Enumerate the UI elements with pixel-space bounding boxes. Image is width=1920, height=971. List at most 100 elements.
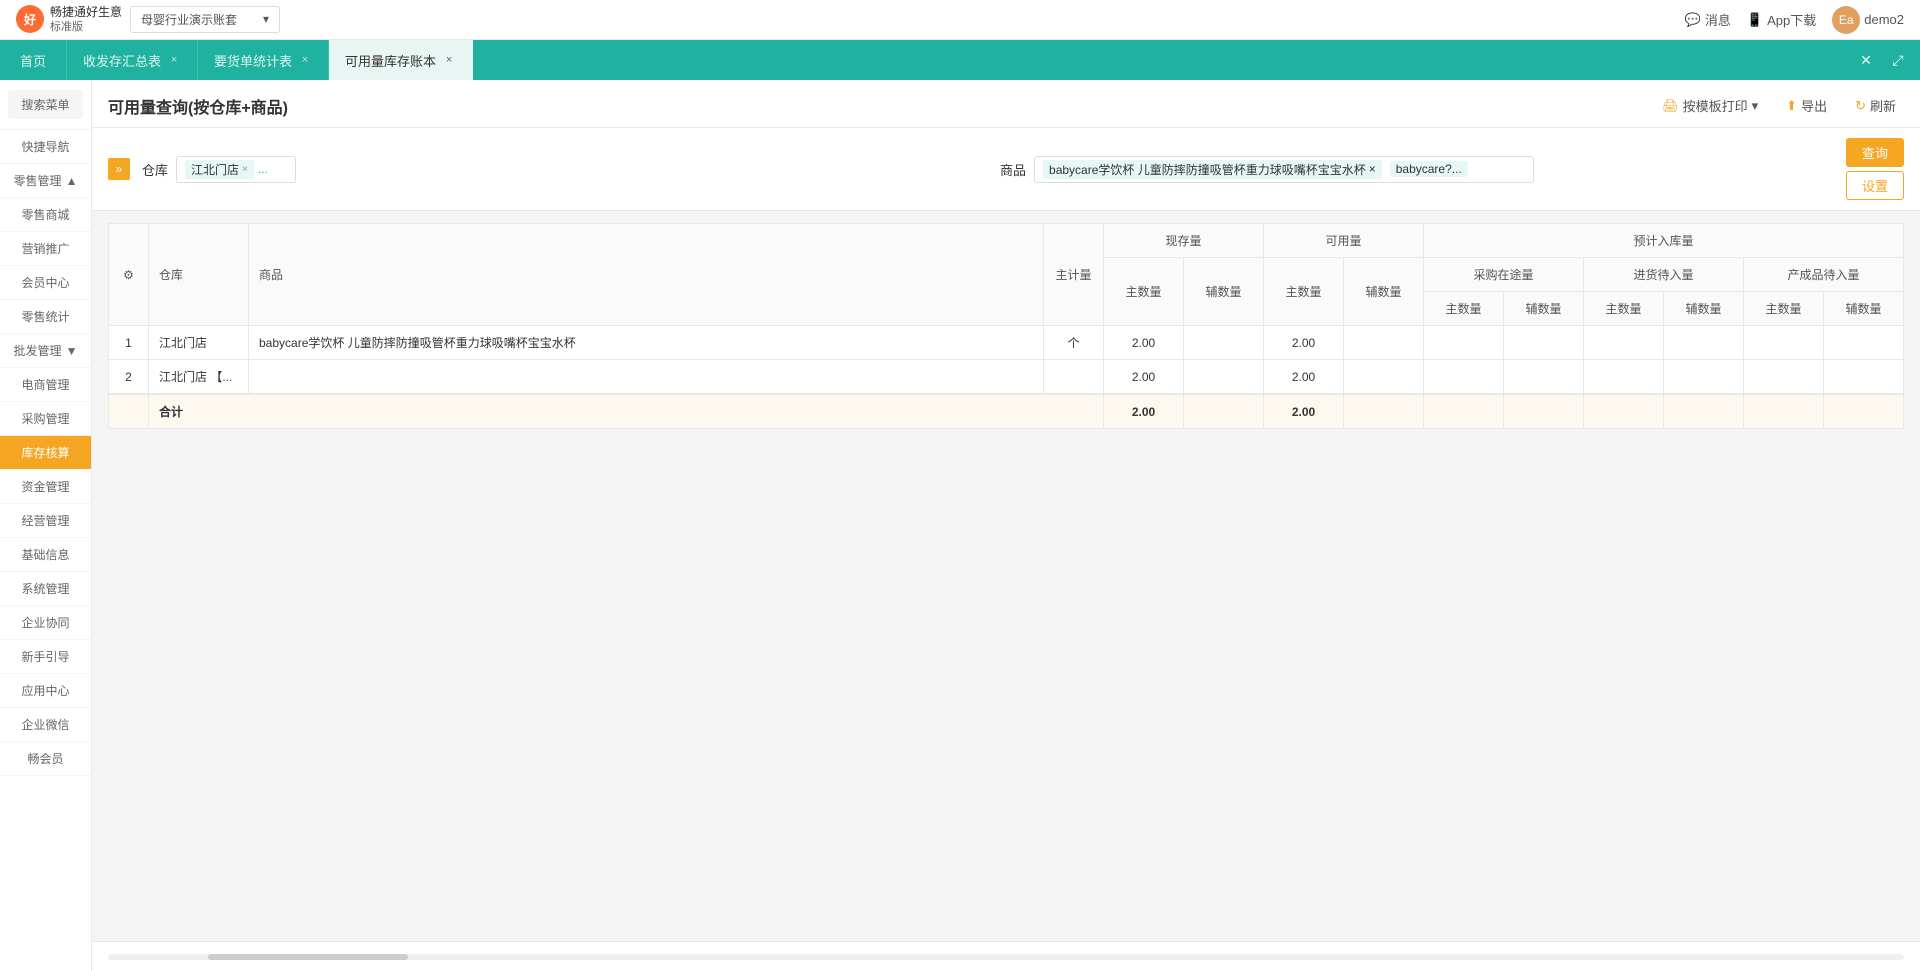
- sidebar-item-retail-mgmt[interactable]: 零售管理 ▲: [0, 164, 91, 198]
- row2-stock-main: 2.00: [1104, 360, 1184, 395]
- summary-purchase-aux: [1504, 394, 1584, 429]
- summary-available-aux: [1344, 394, 1424, 429]
- sidebar-item-basic-info[interactable]: 基础信息: [0, 538, 91, 572]
- sidebar-item-retail-stats[interactable]: 零售统计: [0, 300, 91, 334]
- sidebar-item-marketing[interactable]: 营销推广: [0, 232, 91, 266]
- warehouse-more[interactable]: ...: [258, 162, 268, 176]
- tab-yaohuo[interactable]: 要货单统计表 ×: [198, 40, 329, 80]
- expand-filter-btn[interactable]: »: [108, 158, 130, 180]
- warehouse-filter-group: 仓库 江北门店 × ...: [142, 156, 976, 183]
- export-icon: ⬆: [1786, 98, 1797, 114]
- scrollbar-thumb[interactable]: [208, 954, 408, 960]
- close-tab-2[interactable]: ×: [442, 53, 456, 67]
- message-icon: 💬: [1685, 12, 1701, 28]
- summary-incoming-aux: [1664, 394, 1744, 429]
- industry-selector[interactable]: 母婴行业演示账套 ▾: [130, 6, 280, 33]
- sidebar-item-purchase-mgmt[interactable]: 采购管理: [0, 402, 91, 436]
- summary-purchase-main: [1424, 394, 1504, 429]
- sidebar-search-area: 搜索菜单: [0, 80, 91, 130]
- tab-keyongliang[interactable]: 可用量库存账本 ×: [329, 40, 473, 80]
- stock-main-header: 主数量: [1104, 258, 1184, 326]
- sidebar-item-operations[interactable]: 经营管理: [0, 504, 91, 538]
- warehouse-label: 仓库: [142, 160, 168, 179]
- available-group-header: 可用量: [1264, 224, 1424, 258]
- row1-purchase-aux: [1504, 326, 1584, 360]
- horizontal-scrollbar[interactable]: [108, 954, 1904, 960]
- row2-incoming-aux: [1664, 360, 1744, 395]
- row1-purchase-main: [1424, 326, 1504, 360]
- sidebar-item-ecommerce[interactable]: 电商管理: [0, 368, 91, 402]
- sidebar-item-member[interactable]: 会员中心: [0, 266, 91, 300]
- forecast-group-header: 预计入库量: [1424, 224, 1904, 258]
- sidebar-item-enterprise-collab[interactable]: 企业协同: [0, 606, 91, 640]
- tab-shoufacun[interactable]: 收发存汇总表 ×: [67, 40, 198, 80]
- settings-col-header[interactable]: ⚙: [109, 224, 149, 326]
- content-area: 可用量查询(按仓库+商品) 🖨 按模板打印 ▾ ⬆ 导出 ↻ 刷新 »: [92, 80, 1920, 971]
- data-table: ⚙ 仓库 商品 主计量 现存量 可用量 预计入库量 主数量 辅数量 主数量 辅数…: [108, 223, 1904, 429]
- row1-stock-aux: [1184, 326, 1264, 360]
- row1-warehouse: 江北门店: [149, 326, 249, 360]
- page-header-actions: 🖨 按模板打印 ▾ ⬆ 导出 ↻ 刷新: [1654, 92, 1904, 119]
- row1-incoming-main: [1584, 326, 1664, 360]
- close-window-btn[interactable]: ✕: [1852, 46, 1880, 74]
- sidebar-item-enterprise-wechat[interactable]: 企业微信: [0, 708, 91, 742]
- phone-icon: 📱: [1747, 12, 1763, 28]
- purchase-group-header: 采购在途量: [1424, 258, 1584, 292]
- product-label: 商品: [1000, 160, 1026, 179]
- sidebar-item-wholesale-mgmt[interactable]: 批发管理 ▼: [0, 334, 91, 368]
- purchase-main-header: 主数量: [1424, 292, 1504, 326]
- sidebar-item-finance[interactable]: 资金管理: [0, 470, 91, 504]
- row1-index: 1: [109, 326, 149, 360]
- header-right: 💬 消息 📱 App下载 Ea demo2: [1685, 6, 1904, 34]
- main-layout: 搜索菜单 快捷导航 零售管理 ▲ 零售商城 营销推广 会员中心 零售统计 批发管…: [0, 80, 1920, 971]
- sidebar-item-quick-nav[interactable]: 快捷导航: [0, 130, 91, 164]
- row2-purchase-aux: [1504, 360, 1584, 395]
- remove-warehouse-tag[interactable]: ×: [242, 164, 248, 175]
- arrow-icon-2: ▼: [66, 344, 78, 358]
- message-btn[interactable]: 💬 消息: [1685, 10, 1731, 29]
- unit-col-header: 主计量: [1044, 224, 1104, 326]
- export-btn[interactable]: ⬆ 导出: [1778, 92, 1835, 119]
- row2-available-main: 2.00: [1264, 360, 1344, 395]
- product-tag-container[interactable]: babycare学饮杯 儿童防摔防撞吸管杯重力球吸嘴杯宝宝水杯 × babyca…: [1034, 156, 1534, 183]
- page-header: 可用量查询(按仓库+商品) 🖨 按模板打印 ▾ ⬆ 导出 ↻ 刷新: [92, 80, 1920, 128]
- template-print-btn[interactable]: 🖨 按模板打印 ▾: [1654, 92, 1766, 119]
- product-filter-group: 商品 babycare学饮杯 儿童防摔防撞吸管杯重力球吸嘴杯宝宝水杯 × bab…: [1000, 156, 1834, 183]
- refresh-btn[interactable]: ↻ 刷新: [1847, 92, 1904, 119]
- nav-bar: 首页 收发存汇总表 × 要货单统计表 × 可用量库存账本 × ✕ ⤢: [0, 40, 1920, 80]
- produced-main-header: 主数量: [1744, 292, 1824, 326]
- sidebar-item-inventory[interactable]: 库存核算: [0, 436, 91, 470]
- logo-area: 好 畅捷通好生意 标准版: [16, 5, 122, 35]
- row1-available-aux: [1344, 326, 1424, 360]
- query-btn[interactable]: 查询: [1846, 138, 1904, 167]
- header-left: 好 畅捷通好生意 标准版 母婴行业演示账套 ▾: [16, 5, 280, 35]
- available-main-header: 主数量: [1264, 258, 1344, 326]
- row2-warehouse: 江北门店 【...: [149, 360, 249, 395]
- search-menu-btn[interactable]: 搜索菜单: [8, 90, 83, 119]
- sidebar-item-retail-mall[interactable]: 零售商城: [0, 198, 91, 232]
- sidebar-item-member-plus[interactable]: 畅会员: [0, 742, 91, 776]
- warehouse-tag-container[interactable]: 江北门店 × ...: [176, 156, 296, 183]
- print-icon: 🖨: [1662, 98, 1679, 114]
- produced-aux-header: 辅数量: [1824, 292, 1904, 326]
- close-tab-0[interactable]: ×: [167, 53, 181, 67]
- sidebar-item-system[interactable]: 系统管理: [0, 572, 91, 606]
- tab-home[interactable]: 首页: [0, 40, 67, 80]
- summary-produced-aux: [1824, 394, 1904, 429]
- user-menu[interactable]: Ea demo2: [1832, 6, 1904, 34]
- available-aux-header: 辅数量: [1344, 258, 1424, 326]
- sidebar-item-app-center[interactable]: 应用中心: [0, 674, 91, 708]
- row1-product: babycare学饮杯 儿童防摔防撞吸管杯重力球吸嘴杯宝宝水杯: [249, 326, 1044, 360]
- sidebar-item-new-guide[interactable]: 新手引导: [0, 640, 91, 674]
- table-settings-icon[interactable]: ⚙: [123, 268, 134, 282]
- close-tab-1[interactable]: ×: [298, 53, 312, 67]
- settings-btn[interactable]: 设置: [1846, 171, 1904, 200]
- remove-product-tag-1[interactable]: ×: [1369, 162, 1376, 176]
- app-download-btn[interactable]: 📱 App下载: [1747, 10, 1816, 29]
- table-row: 2 江北门店 【... 2.00 2.00: [109, 360, 1904, 395]
- purchase-aux-header: 辅数量: [1504, 292, 1584, 326]
- arrow-icon: ▲: [66, 174, 78, 188]
- maximize-btn[interactable]: ⤢: [1884, 46, 1912, 74]
- row2-produced-main: [1744, 360, 1824, 395]
- logo-icon: 好: [16, 5, 44, 33]
